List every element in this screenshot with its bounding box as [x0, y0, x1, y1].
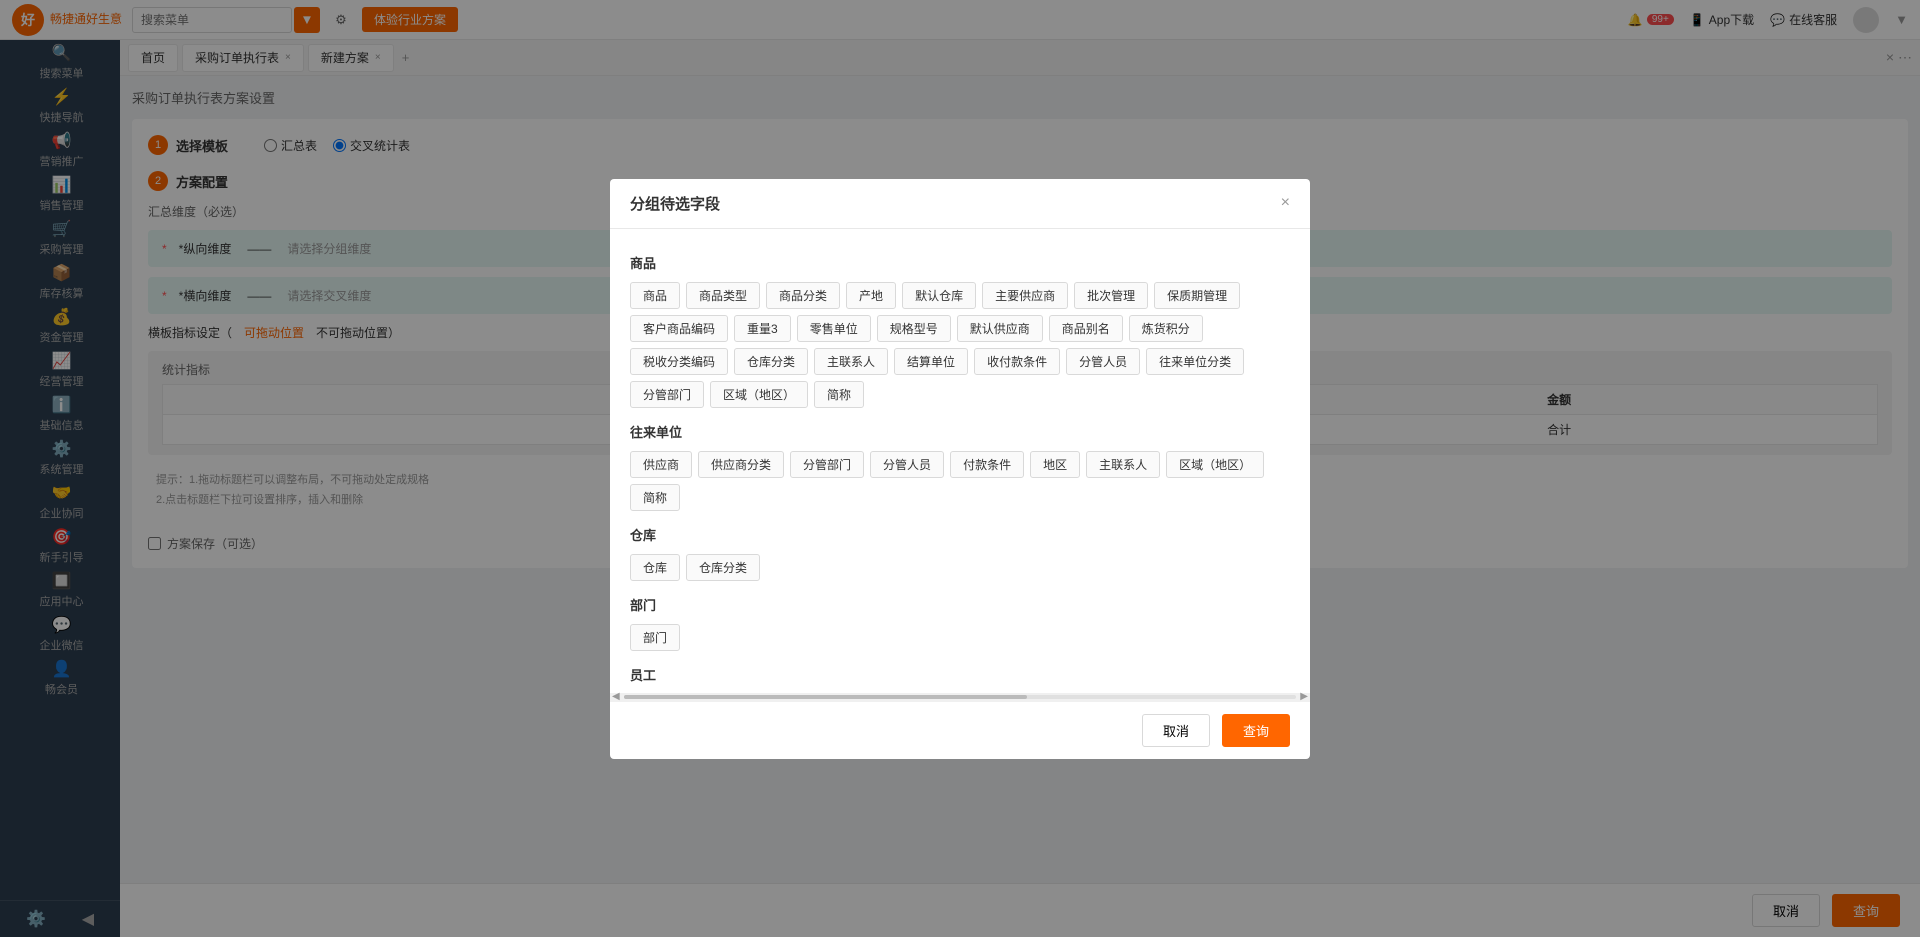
- field-tag[interactable]: 商品别名: [1049, 315, 1123, 342]
- field-tag[interactable]: 仓库: [630, 554, 680, 581]
- modal-cancel-button[interactable]: 取消: [1142, 714, 1210, 747]
- field-tag[interactable]: 零售单位: [797, 315, 871, 342]
- field-tag[interactable]: 简称: [630, 484, 680, 511]
- field-tag[interactable]: 保质期管理: [1154, 282, 1240, 309]
- field-tag[interactable]: 简称: [814, 381, 864, 408]
- field-tag[interactable]: 主要供应商: [982, 282, 1068, 309]
- scroll-thumb[interactable]: [624, 695, 1028, 699]
- section-title-partner: 往来单位: [630, 422, 1290, 441]
- tag-grid-dept: 部门: [630, 624, 1290, 651]
- field-tag[interactable]: 往来单位分类: [1146, 348, 1244, 375]
- modal-footer: 取消 查询: [610, 701, 1310, 759]
- section-title-staff: 员工: [630, 665, 1290, 684]
- modal-title: 分组待选字段: [630, 193, 720, 214]
- field-tag[interactable]: 收付款条件: [974, 348, 1060, 375]
- section-title-warehouse: 仓库: [630, 525, 1290, 544]
- field-tag[interactable]: 主联系人: [814, 348, 888, 375]
- modal-body: 商品 商品 商品类型 商品分类 产地 默认仓库 主要供应商 批次管理 保质期管理…: [610, 229, 1310, 693]
- tag-grid-warehouse: 仓库 仓库分类: [630, 554, 1290, 581]
- field-tag[interactable]: 结算单位: [894, 348, 968, 375]
- field-select-modal: 分组待选字段 × 商品 商品 商品类型 商品分类 产地 默认仓库 主要供应商 批…: [610, 179, 1310, 759]
- field-tag[interactable]: 付款条件: [950, 451, 1024, 478]
- field-tag[interactable]: 商品: [630, 282, 680, 309]
- tag-grid-goods: 商品 商品类型 商品分类 产地 默认仓库 主要供应商 批次管理 保质期管理 客户…: [630, 282, 1290, 408]
- field-tag[interactable]: 客户商品编码: [630, 315, 728, 342]
- scroll-left-icon[interactable]: ◀: [612, 691, 620, 702]
- modal-confirm-button[interactable]: 查询: [1222, 714, 1290, 747]
- field-tag[interactable]: 分管人员: [870, 451, 944, 478]
- field-tag[interactable]: 仓库分类: [734, 348, 808, 375]
- field-tag[interactable]: 供应商分类: [698, 451, 784, 478]
- field-tag[interactable]: 分管部门: [790, 451, 864, 478]
- field-tag[interactable]: 规格型号: [877, 315, 951, 342]
- field-tag[interactable]: 税收分类编码: [630, 348, 728, 375]
- field-tag[interactable]: 炼货积分: [1129, 315, 1203, 342]
- modal-header: 分组待选字段 ×: [610, 179, 1310, 229]
- field-tag[interactable]: 分管部门: [630, 381, 704, 408]
- section-title-goods: 商品: [630, 253, 1290, 272]
- field-tag[interactable]: 区域（地区）: [1166, 451, 1264, 478]
- field-tag[interactable]: 供应商: [630, 451, 692, 478]
- modal-overlay: 分组待选字段 × 商品 商品 商品类型 商品分类 产地 默认仓库 主要供应商 批…: [0, 0, 1920, 937]
- field-tag[interactable]: 地区: [1030, 451, 1080, 478]
- field-tag[interactable]: 部门: [630, 624, 680, 651]
- modal-close-button[interactable]: ×: [1281, 194, 1290, 212]
- field-tag[interactable]: 区域（地区）: [710, 381, 808, 408]
- section-title-dept: 部门: [630, 595, 1290, 614]
- field-tag[interactable]: 重量3: [734, 315, 791, 342]
- scroll-right-icon[interactable]: ▶: [1300, 691, 1308, 702]
- field-tag[interactable]: 默认供应商: [957, 315, 1043, 342]
- modal-scrollbar: ◀ ▶: [610, 693, 1310, 701]
- field-tag[interactable]: 默认仓库: [902, 282, 976, 309]
- field-tag[interactable]: 仓库分类: [686, 554, 760, 581]
- field-tag[interactable]: 商品分类: [766, 282, 840, 309]
- field-tag[interactable]: 产地: [846, 282, 896, 309]
- scroll-track: [624, 695, 1297, 699]
- field-tag[interactable]: 批次管理: [1074, 282, 1148, 309]
- field-tag[interactable]: 分管人员: [1066, 348, 1140, 375]
- field-tag[interactable]: 商品类型: [686, 282, 760, 309]
- field-tag[interactable]: 主联系人: [1086, 451, 1160, 478]
- tag-grid-partner: 供应商 供应商分类 分管部门 分管人员 付款条件 地区 主联系人 区域（地区） …: [630, 451, 1290, 511]
